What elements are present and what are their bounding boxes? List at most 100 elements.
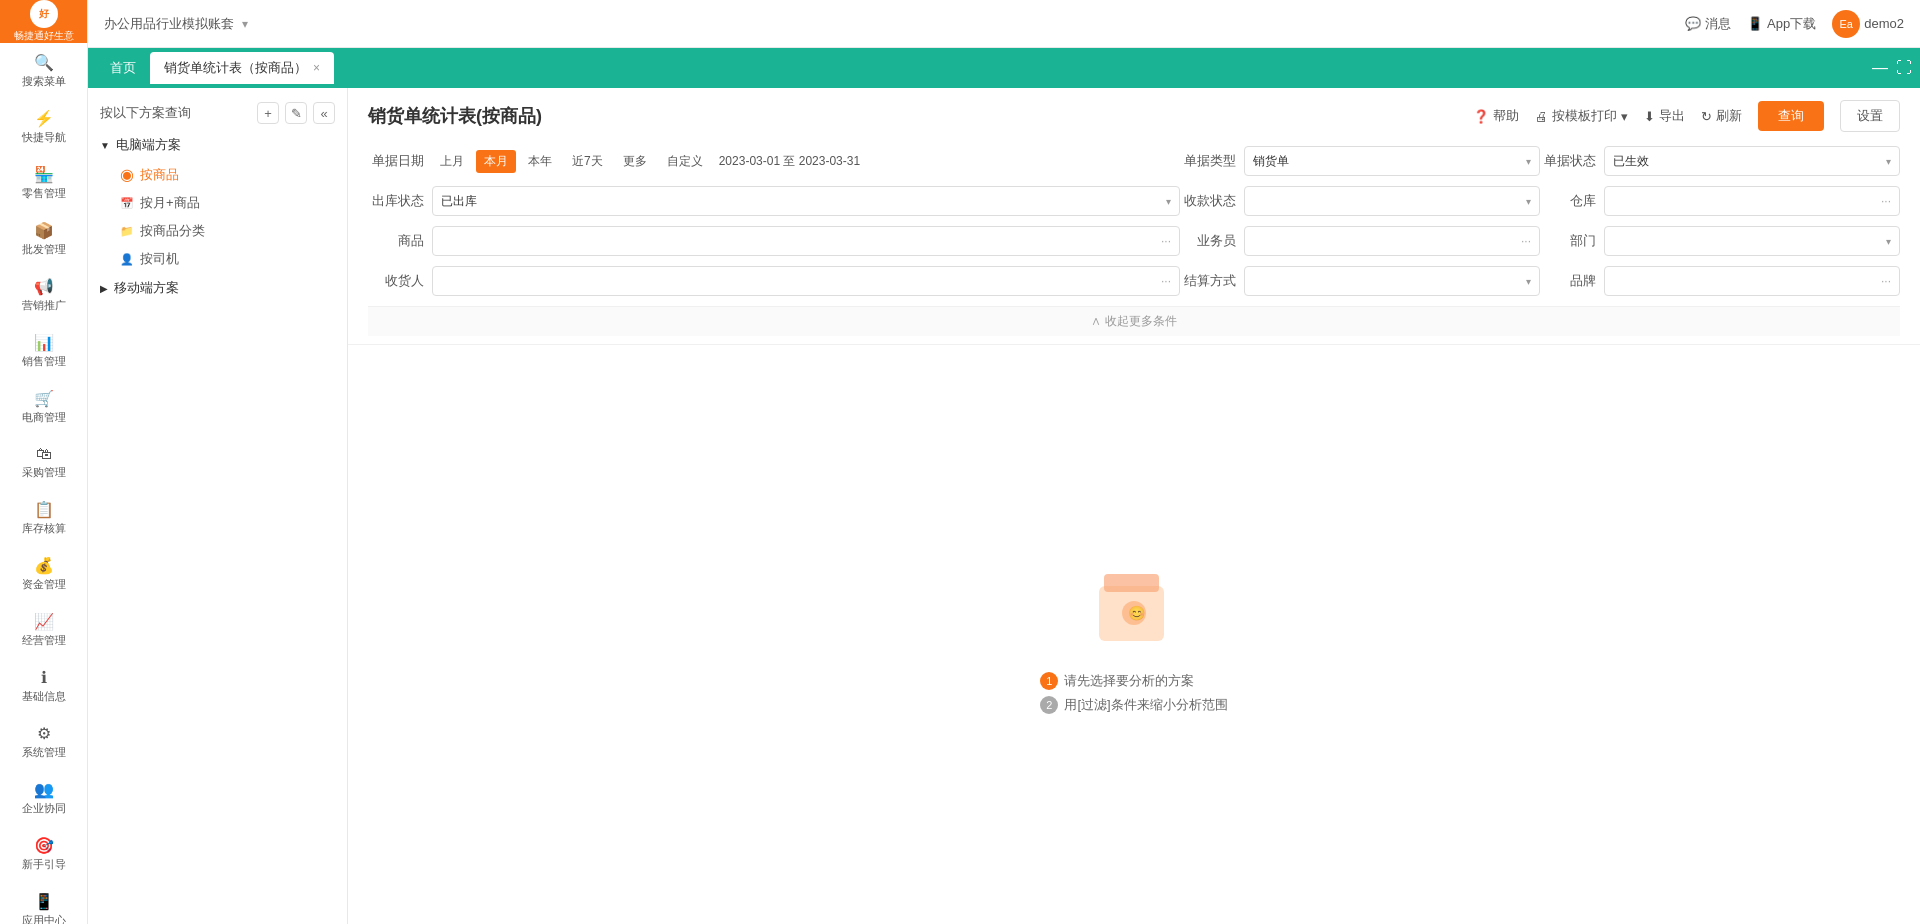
sidebar-nav-item-0[interactable]: 🔍搜索菜单 <box>18 43 70 99</box>
date-curr-year-btn[interactable]: 本年 <box>520 150 560 173</box>
sidebar-nav-item-15[interactable]: 📱应用中心 <box>18 882 70 924</box>
sidebar-nav-item-4[interactable]: 📢 营销推广 <box>18 267 70 323</box>
panel-header-actions: + ✎ « <box>257 102 335 124</box>
sidebar-nav-item-12[interactable]: ⚙系统管理 <box>18 714 70 770</box>
help-icon: ❓ <box>1473 109 1489 124</box>
sidebar-nav-item-10[interactable]: 📈经营管理 <box>18 602 70 658</box>
export-action[interactable]: ⬇ 导出 <box>1644 107 1685 125</box>
date-more-btn[interactable]: 更多 <box>615 150 655 173</box>
tree-parent-desktop[interactable]: ▼ 电脑端方案 <box>88 130 347 160</box>
filter-row-4: 收货人 ··· 结算方式 ▾ 品牌 <box>368 266 1900 296</box>
warehouse-dots[interactable]: ··· <box>1881 194 1891 208</box>
brand-input[interactable]: ··· <box>1604 266 1900 296</box>
panel-collapse-btn[interactable]: « <box>313 102 335 124</box>
tree-item-by-goods[interactable]: ◉ 按商品 <box>88 160 347 189</box>
tree-child-item-2[interactable]: 👤按司机 <box>88 245 347 273</box>
nav-icon-3: 📦 <box>34 221 54 240</box>
sidebar-nav-item-5[interactable]: 📊销售管理 <box>18 323 70 379</box>
sidebar-nav-item-2[interactable]: 🏪零售管理 <box>18 155 70 211</box>
nav-label-4: 营销推广 <box>22 298 66 313</box>
nav-label-14: 新手引导 <box>22 857 66 872</box>
nav-label-5: 销售管理 <box>22 354 66 369</box>
goods-input[interactable]: ··· <box>432 226 1180 256</box>
nav-label-15: 应用中心 <box>22 913 66 924</box>
sidebar-nav-item-14[interactable]: 🎯新手引导 <box>18 826 70 882</box>
filter-group-collect-status: 收款状态 ▾ <box>1180 186 1540 216</box>
print-action[interactable]: 🖨 按模板打印 ▾ <box>1535 107 1628 125</box>
header-dropdown-icon[interactable]: ▾ <box>242 17 248 31</box>
date-custom-btn[interactable]: 自定义 <box>659 150 711 173</box>
nav-label-12: 系统管理 <box>22 745 66 760</box>
left-panel: 按以下方案查询 + ✎ « ▼ 电脑端方案 ◉ 按商品 📅按月+商品📁按商品分类… <box>88 88 348 924</box>
payment-label: 结算方式 <box>1180 272 1236 290</box>
date-curr-month-btn[interactable]: 本月 <box>476 150 516 173</box>
app-download-action[interactable]: 📱 App下载 <box>1747 15 1816 33</box>
sidebar: 好 畅捷通好生意 🔍搜索菜单⚡快捷导航🏪零售管理📦批发管理📢营销推广📊销售管理🛒… <box>0 0 88 924</box>
doc-status-select[interactable]: 已生效 ▾ <box>1604 146 1900 176</box>
empty-tip-1: 1 请先选择要分析的方案 <box>1040 672 1227 690</box>
nav-label-8: 库存核算 <box>22 521 66 536</box>
print-dropdown-icon[interactable]: ▾ <box>1621 109 1628 124</box>
out-status-select[interactable]: 已出库 ▾ <box>432 186 1180 216</box>
nav-icon-4: 📢 <box>34 277 54 296</box>
tab-home[interactable]: 首页 <box>96 52 150 84</box>
nav-icon-7: 🛍 <box>36 445 52 463</box>
tree-child-item-1[interactable]: 📁按商品分类 <box>88 217 347 245</box>
help-action[interactable]: ❓ 帮助 <box>1473 107 1519 125</box>
message-action[interactable]: 💬 消息 <box>1685 15 1731 33</box>
tab-active[interactable]: 销货单统计表（按商品） × <box>150 52 334 84</box>
sidebar-nav-item-8[interactable]: 📋 库存核算 <box>18 490 70 546</box>
collect-status-select[interactable]: ▾ <box>1244 186 1540 216</box>
date-filter: 上月 本月 本年 近7天 更多 自定义 2023-03-01 至 2023-03… <box>432 150 860 173</box>
date-prev-month-btn[interactable]: 上月 <box>432 150 472 173</box>
print-label: 按模板打印 <box>1552 107 1617 125</box>
panel-add-btn[interactable]: + <box>257 102 279 124</box>
receiver-input[interactable]: ··· <box>432 266 1180 296</box>
collapse-bar[interactable]: ∧ 收起更多条件 <box>368 306 1900 336</box>
tree-parent-mobile[interactable]: ▶ 移动端方案 <box>88 273 347 303</box>
export-icon: ⬇ <box>1644 109 1655 124</box>
payment-select[interactable]: ▾ <box>1244 266 1540 296</box>
nav-icon-6: 🛒 <box>34 389 54 408</box>
sidebar-nav-item-7[interactable]: 🛍采购管理 <box>18 435 70 490</box>
sidebar-nav-item-13[interactable]: 👥企业协同 <box>18 770 70 826</box>
filter-row-3: 商品 ··· 业务员 ··· 部门 <box>368 226 1900 256</box>
date-7days-btn[interactable]: 近7天 <box>564 150 611 173</box>
tab-close-icon[interactable]: × <box>313 61 320 75</box>
filter-group-goods: 商品 ··· <box>368 226 1180 256</box>
sidebar-nav-item-3[interactable]: 📦批发管理 <box>18 211 70 267</box>
settings-button[interactable]: 设置 <box>1840 100 1900 132</box>
user-name: demo2 <box>1864 16 1904 31</box>
tab-expand-icon[interactable]: ⛶ <box>1896 59 1912 77</box>
tree-child-label-1: 按商品分类 <box>140 222 205 240</box>
sidebar-nav-item-11[interactable]: ℹ基础信息 <box>18 658 70 714</box>
empty-svg: 😊 <box>1084 556 1184 656</box>
refresh-action[interactable]: ↻ 刷新 <box>1701 107 1742 125</box>
panel-edit-btn[interactable]: ✎ <box>285 102 307 124</box>
nav-icon-8: 📋 <box>34 500 54 519</box>
logo-icon: 好 <box>30 0 58 28</box>
tree-child-label-0: 按月+商品 <box>140 194 200 212</box>
tab-minimize-icon[interactable]: — <box>1872 59 1888 77</box>
header-left: 办公用品行业模拟账套 ▾ <box>104 15 248 33</box>
doc-type-select[interactable]: 销货单 ▾ <box>1244 146 1540 176</box>
receiver-dots[interactable]: ··· <box>1161 274 1171 288</box>
user-area[interactable]: Ea demo2 <box>1832 10 1904 38</box>
payment-arrow-icon: ▾ <box>1526 276 1531 287</box>
active-item-icon: ◉ <box>120 165 134 184</box>
salesperson-dots[interactable]: ··· <box>1521 234 1531 248</box>
brand-dots[interactable]: ··· <box>1881 274 1891 288</box>
goods-dots[interactable]: ··· <box>1161 234 1171 248</box>
tree-child-item-0[interactable]: 📅 按月+商品 <box>88 189 347 217</box>
dept-arrow-icon: ▾ <box>1886 236 1891 247</box>
active-item-label: 按商品 <box>140 166 179 184</box>
sidebar-nav-item-9[interactable]: 💰资金管理 <box>18 546 70 602</box>
sidebar-nav-item-6[interactable]: 🛒电商管理 <box>18 379 70 435</box>
dept-select[interactable]: ▾ <box>1604 226 1900 256</box>
sidebar-nav-item-1[interactable]: ⚡快捷导航 <box>18 99 70 155</box>
tree-child-icon-0: 📅 <box>120 197 134 210</box>
warehouse-input[interactable]: ··· <box>1604 186 1900 216</box>
query-button[interactable]: 查询 <box>1758 101 1824 131</box>
salesperson-input[interactable]: ··· <box>1244 226 1540 256</box>
nav-label-9: 资金管理 <box>22 577 66 592</box>
